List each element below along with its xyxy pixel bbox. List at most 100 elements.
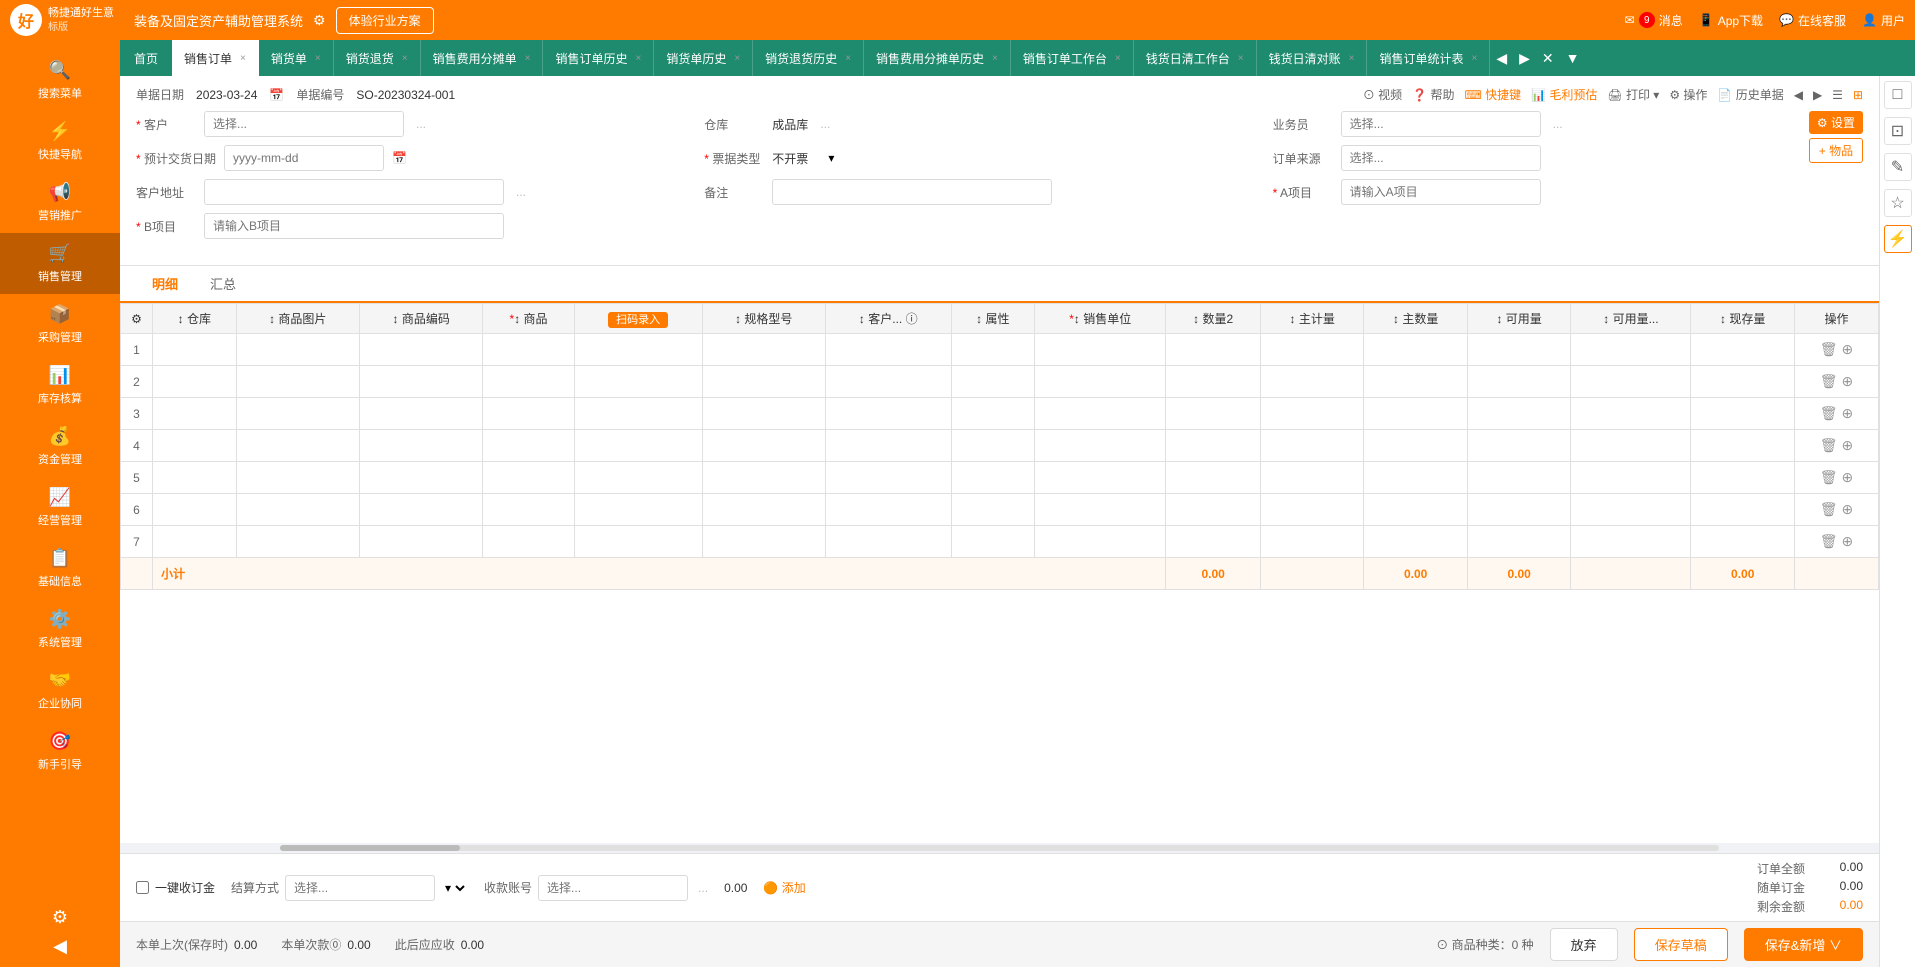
help-action[interactable]: ❓ 帮助 [1412,86,1454,103]
customer-more-btn[interactable]: ... [416,117,426,131]
tab-prev-btn[interactable]: ◀ [1490,50,1513,67]
table-header-gear[interactable]: ⚙ [121,304,153,334]
settings-gear-icon[interactable]: ⚙ [313,12,326,29]
list-view-btn[interactable]: ☰ [1832,88,1843,102]
tab-close-sales-goods[interactable]: × [315,53,321,64]
tab-summary[interactable]: 汇总 [194,266,252,301]
sidebar-item-system[interactable]: ⚙️ 系统管理 [0,599,120,660]
right-panel-icon-3[interactable]: ✎ [1884,153,1912,181]
row-1-delete-icon[interactable]: 🗑 [1820,341,1838,358]
tab-menu-btn[interactable]: ▼ [1560,50,1586,66]
sidebar-item-guide[interactable]: 🎯 新手引导 [0,721,120,782]
row-1-qty2[interactable] [1166,334,1261,366]
row-6-scan[interactable] [574,494,702,526]
row-7-spec[interactable] [702,526,825,558]
sidebar-item-sales[interactable]: 🛒 销售管理 [0,233,120,294]
account-input[interactable] [538,875,688,901]
right-panel-icon-1[interactable]: □ [1884,81,1912,109]
scrollbar-track[interactable] [280,845,1719,851]
row-5-attr[interactable] [951,462,1035,494]
row-2-product[interactable] [483,366,574,398]
row-4-delete-icon[interactable]: 🗑 [1820,437,1838,454]
staff-more-btn[interactable]: ... [1553,117,1563,131]
row-1-available2[interactable] [1571,334,1691,366]
row-5-delete-icon[interactable]: 🗑 [1820,469,1838,486]
profit-action[interactable]: 📊 毛利预估 [1531,86,1597,103]
history-action[interactable]: 📄 历史单据 [1717,86,1783,103]
delivery-input[interactable] [224,145,384,171]
right-panel-icon-4[interactable]: ☆ [1884,189,1912,217]
row-4-unit[interactable] [1035,430,1166,462]
row-7-product[interactable] [483,526,574,558]
row-6-unit[interactable] [1035,494,1166,526]
right-panel-icon-5[interactable]: ⚡ [1884,225,1912,253]
row-5-current[interactable] [1691,462,1794,494]
row-6-main-qty[interactable] [1364,494,1467,526]
sidebar-item-operations[interactable]: 📈 经营管理 [0,477,120,538]
tab-close-sales-expense[interactable]: × [525,53,531,64]
tab-close-cash-workbench[interactable]: × [1238,53,1244,64]
sidebar-item-search[interactable]: 🔍 搜索菜单 [0,50,120,111]
row-3-available2[interactable] [1571,398,1691,430]
row-6-product[interactable] [483,494,574,526]
row-3-attr[interactable] [951,398,1035,430]
address-more-btn[interactable]: ... [516,185,526,199]
account-more-btn[interactable]: ... [698,881,708,895]
tab-goods-history[interactable]: 销货单历史 × [654,40,753,76]
view-action[interactable]: ⊙ 视频 [1363,86,1402,103]
row-6-copy-icon[interactable]: ⊕ [1842,501,1854,518]
row-1-current[interactable] [1691,334,1794,366]
row-6-warehouse[interactable] [153,494,237,526]
invoice-select[interactable]: ▾ [820,145,940,171]
tab-order-stats[interactable]: 销售订单统计表 × [1367,40,1490,76]
pay-method-input[interactable] [285,875,435,901]
address-input[interactable] [204,179,504,205]
row-2-delete-icon[interactable]: 🗑 [1820,373,1838,390]
row-1-spec[interactable] [702,334,825,366]
industry-btn[interactable]: 体验行业方案 [336,7,434,34]
save-new-btn[interactable]: 保存&新增 ∨ [1744,928,1863,961]
row-1-customer[interactable] [825,334,951,366]
row-4-warehouse[interactable] [153,430,237,462]
right-panel-icon-2[interactable]: ⊡ [1884,117,1912,145]
tab-sales-expense[interactable]: 销售费用分摊单 × [421,40,544,76]
row-4-scan[interactable] [574,430,702,462]
row-2-spec[interactable] [702,366,825,398]
row-4-available[interactable] [1467,430,1570,462]
tab-close-return-history[interactable]: × [845,53,851,64]
row-2-warehouse[interactable] [153,366,237,398]
row-2-available2[interactable] [1571,366,1691,398]
tab-home[interactable]: 首页 [120,40,172,76]
row-6-main-unit[interactable] [1260,494,1363,526]
row-5-qty2[interactable] [1166,462,1261,494]
row-1-code[interactable] [359,334,482,366]
row-4-attr[interactable] [951,430,1035,462]
row-7-warehouse[interactable] [153,526,237,558]
row-5-customer[interactable] [825,462,951,494]
sidebar-item-purchase[interactable]: 📦 采购管理 [0,294,120,355]
customer-input[interactable] [204,111,404,137]
row-2-image[interactable] [236,366,359,398]
row-7-main-unit[interactable] [1260,526,1363,558]
row-5-unit[interactable] [1035,462,1166,494]
row-5-spec[interactable] [702,462,825,494]
row-6-qty2[interactable] [1166,494,1261,526]
user-menu[interactable]: 👤 用户 [1862,12,1905,29]
row-3-customer[interactable] [825,398,951,430]
row-6-available[interactable] [1467,494,1570,526]
row-5-warehouse[interactable] [153,462,237,494]
sidebar-item-enterprise[interactable]: 🤝 企业协同 [0,660,120,721]
row-2-copy-icon[interactable]: ⊕ [1842,373,1854,390]
sidebar-item-quicknav[interactable]: ⚡ 快捷导航 [0,111,120,172]
date-calendar-icon[interactable]: 📅 [269,88,284,102]
remark-input[interactable] [772,179,1052,205]
row-7-copy-icon[interactable]: ⊕ [1842,533,1854,550]
row-6-customer[interactable] [825,494,951,526]
row-4-product[interactable] [483,430,574,462]
row-3-main-qty[interactable] [1364,398,1467,430]
tab-close-sales-return[interactable]: × [402,53,408,64]
row-4-spec[interactable] [702,430,825,462]
row-3-code[interactable] [359,398,482,430]
prev-record-btn[interactable]: ◀ [1794,88,1803,102]
next-record-btn[interactable]: ▶ [1813,88,1822,102]
